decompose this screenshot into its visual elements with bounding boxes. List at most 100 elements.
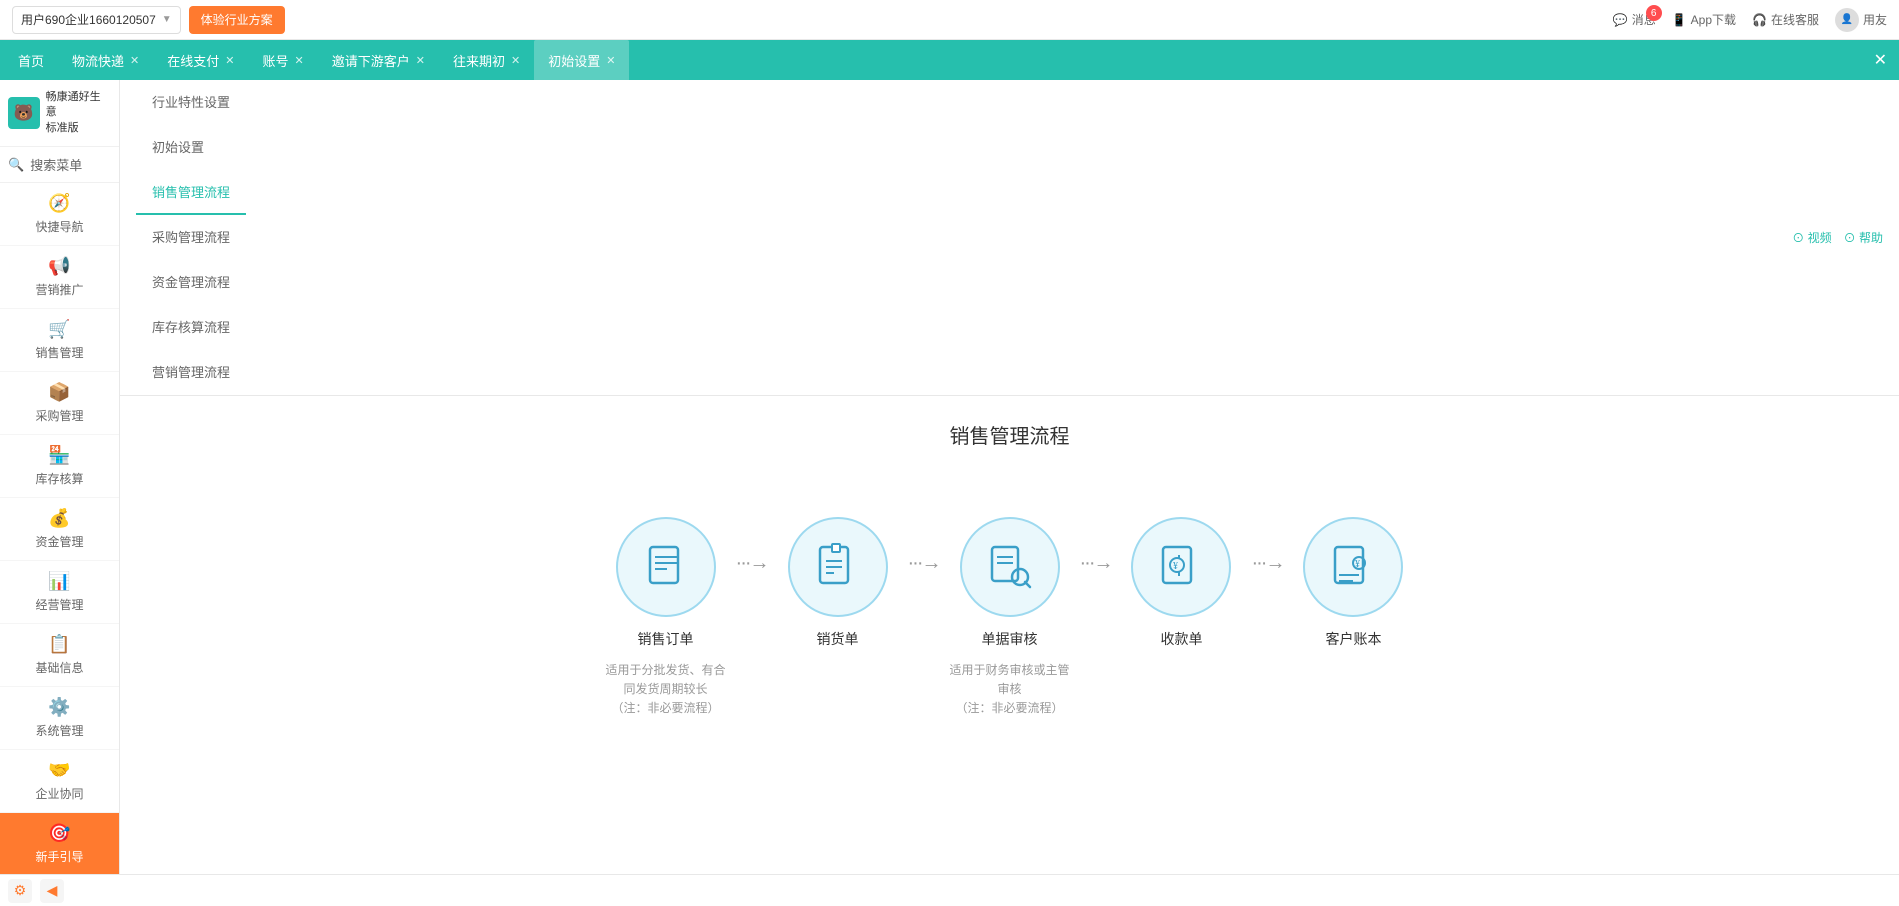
help-action[interactable]: ⊙ 帮助 bbox=[1844, 229, 1883, 246]
flow-arrow-2: ···→ bbox=[1080, 517, 1112, 575]
sub-tab-初始设置[interactable]: 初始设置 bbox=[136, 125, 246, 170]
sidebar-item-operations[interactable]: 📊经营管理 bbox=[0, 561, 119, 624]
sidebar-item-label: 营销推广 bbox=[35, 281, 83, 298]
sidebar-item-inventory[interactable]: 🏪 库存核算 bbox=[0, 435, 119, 498]
svg-text:¥: ¥ bbox=[1173, 561, 1178, 572]
sub-tab-库存核算流程[interactable]: 库存核算流程 bbox=[136, 305, 246, 350]
flow-item-sales-order[interactable]: 销售订单适用于分批发货、有合同发货周期较长（注：非必要流程） bbox=[596, 517, 736, 719]
operations-icon: 📊 bbox=[48, 571, 70, 592]
flow-item-customer-ledger[interactable]: ¥ 客户账本 bbox=[1283, 517, 1423, 649]
marketing-icon: 📢 bbox=[48, 256, 70, 277]
search-icon: 🔍 bbox=[8, 157, 24, 173]
basic-info-icon: 📋 bbox=[48, 634, 70, 655]
nav-tabs-container: 首页物流快递 ✕在线支付 ✕账号 ✕邀请下游客户 ✕往来期初 ✕初始设置 ✕ bbox=[4, 40, 629, 80]
flow-item-receipt[interactable]: ¥ 收款单 bbox=[1111, 517, 1251, 649]
nav-tab-在线支付[interactable]: 在线支付 ✕ bbox=[153, 40, 248, 80]
online-service-item[interactable]: 🎧 在线客服 bbox=[1752, 11, 1819, 28]
nav-tab-邀请下游客户[interactable]: 邀请下游客户 ✕ bbox=[318, 40, 439, 80]
flow-item-doc-review[interactable]: 单据审核适用于财务审核或主管审核（注：非必要流程） bbox=[940, 517, 1080, 719]
tab-close-icon[interactable]: ✕ bbox=[130, 54, 139, 67]
sidebar-items-container: 🧭 快捷导航 📢 营销推广 🛒销售管理📦采购管理 🏪 库存核算 💰 资金管理 📊经营管理📋基础信息… bbox=[0, 183, 119, 874]
message-icon-item[interactable]: 💬 消息 6 bbox=[1613, 11, 1656, 28]
content-area: 行业特性设置初始设置销售管理流程采购管理流程资金管理流程库存核算流程营销管理流程… bbox=[120, 80, 1899, 874]
sidebar-item-sales[interactable]: 🛒销售管理 bbox=[0, 309, 119, 372]
sub-tab-资金管理流程[interactable]: 资金管理流程 bbox=[136, 260, 246, 305]
tab-close-icon[interactable]: ✕ bbox=[606, 54, 615, 67]
sub-tab-销售管理流程[interactable]: 销售管理流程 bbox=[136, 170, 246, 215]
page-content: 销售管理流程 销售订单适用于分批发货、有合同发货周期较长（注：非必要流程） ···… bbox=[120, 396, 1899, 874]
headset-icon: 🎧 bbox=[1752, 13, 1767, 27]
purchase-icon: 📦 bbox=[48, 382, 70, 403]
sidebar-item-purchase[interactable]: 📦采购管理 bbox=[0, 372, 119, 435]
sub-tab-actions: ⊙ 视频 ⊙ 帮助 bbox=[1792, 229, 1883, 246]
system-icon: ⚙️ bbox=[48, 697, 70, 718]
sub-tabs-container: 行业特性设置初始设置销售管理流程采购管理流程资金管理流程库存核算流程营销管理流程 bbox=[136, 80, 246, 395]
tab-close-icon[interactable]: ✕ bbox=[416, 54, 425, 67]
sidebar-item-cooperation[interactable]: 🤝企业协同 bbox=[0, 750, 119, 813]
video-action[interactable]: ⊙ 视频 bbox=[1792, 229, 1831, 246]
quick-nav-icon: 🧭 bbox=[48, 193, 70, 214]
sidebar-item-label: 资金管理 bbox=[35, 533, 83, 550]
nav-tab-账号[interactable]: 账号 ✕ bbox=[248, 40, 317, 80]
flow-circle-receipt: ¥ bbox=[1131, 517, 1231, 617]
nav-tab-物流快递[interactable]: 物流快递 ✕ bbox=[58, 40, 153, 80]
tab-close-icon[interactable]: ✕ bbox=[511, 54, 520, 67]
chevron-down-icon: ▼ bbox=[162, 14, 172, 25]
sidebar-item-label: 企业协同 bbox=[35, 785, 83, 802]
search-menu-item[interactable]: 🔍 搜索菜单 bbox=[0, 147, 119, 183]
sub-tab-采购管理流程[interactable]: 采购管理流程 bbox=[136, 215, 246, 260]
sub-tab-行业特性设置[interactable]: 行业特性设置 bbox=[136, 80, 246, 125]
user-label: 用户690企业1660120507 bbox=[21, 11, 156, 28]
tab-close-icon[interactable]: ✕ bbox=[225, 54, 234, 67]
tab-close-icon[interactable]: ✕ bbox=[295, 54, 304, 67]
user-select[interactable]: 用户690企业1660120507 ▼ bbox=[12, 6, 181, 34]
sidebar-item-quick-nav[interactable]: 🧭 快捷导航 bbox=[0, 183, 119, 246]
sub-tabs: 行业特性设置初始设置销售管理流程采购管理流程资金管理流程库存核算流程营销管理流程… bbox=[120, 80, 1899, 396]
sidebar-item-finance[interactable]: 💰 资金管理 bbox=[0, 498, 119, 561]
svg-text:¥: ¥ bbox=[1355, 559, 1360, 570]
logo-icon: 🐻 bbox=[8, 97, 40, 129]
flow-circle-doc-review bbox=[960, 517, 1060, 617]
nav-tab-往来期初[interactable]: 往来期初 ✕ bbox=[439, 40, 534, 80]
flow-container: 销售订单适用于分批发货、有合同发货周期较长（注：非必要流程） ···→ 销货单 ··… bbox=[152, 497, 1867, 739]
flow-label-customer-ledger: 客户账本 bbox=[1325, 629, 1381, 649]
sidebar-item-label: 库存核算 bbox=[35, 470, 83, 487]
flow-circle-delivery-note bbox=[788, 517, 888, 617]
app-download-icon: 📱 bbox=[1672, 13, 1687, 27]
finance-icon: 💰 bbox=[48, 508, 70, 529]
top-bar: 用户690企业1660120507 ▼ 体验行业方案 💬 消息 6 📱 App下… bbox=[0, 0, 1899, 40]
message-icon: 💬 bbox=[1613, 13, 1628, 27]
nav-tabs: 首页物流快递 ✕在线支付 ✕账号 ✕邀请下游客户 ✕往来期初 ✕初始设置 ✕ ✕ bbox=[0, 40, 1899, 80]
user-info-item[interactable]: 👤 用友 bbox=[1835, 8, 1887, 32]
settings-button[interactable]: ⚙ bbox=[8, 879, 32, 903]
sidebar-item-basic-info[interactable]: 📋基础信息 bbox=[0, 624, 119, 687]
logo-line1: 畅康通好生意 bbox=[46, 90, 111, 121]
inventory-icon: 🏪 bbox=[48, 445, 70, 466]
sidebar-item-guide[interactable]: 🎯新手引导 bbox=[0, 813, 119, 874]
flow-circle-customer-ledger: ¥ bbox=[1303, 517, 1403, 617]
flow-item-delivery-note[interactable]: 销货单 bbox=[768, 517, 908, 649]
online-service-label: 在线客服 bbox=[1771, 11, 1819, 28]
collapse-button[interactable]: ◀ bbox=[40, 879, 64, 903]
flow-label-doc-review: 单据审核 bbox=[982, 629, 1038, 649]
page-title: 销售管理流程 bbox=[152, 420, 1867, 449]
sidebar: 🐻 畅康通好生意 标准版 🔍 搜索菜单 🧭快捷导航📢营销推广🛒销售管理📦采购管理… bbox=[0, 80, 120, 874]
sidebar-item-marketing[interactable]: 📢 营销推广 bbox=[0, 246, 119, 309]
nav-tab-初始设置[interactable]: 初始设置 ✕ bbox=[534, 40, 629, 80]
flow-label-sales-order: 销售订单 bbox=[638, 629, 694, 649]
top-bar-right: 💬 消息 6 📱 App下载 🎧 在线客服 👤 用友 bbox=[1613, 8, 1887, 32]
experience-button[interactable]: 体验行业方案 bbox=[189, 6, 285, 34]
sub-tab-营销管理流程[interactable]: 营销管理流程 bbox=[136, 350, 246, 395]
sidebar-item-label: 快捷导航 bbox=[35, 218, 83, 235]
flow-desc-doc-review: 适用于财务审核或主管审核（注：非必要流程） bbox=[945, 661, 1075, 719]
sidebar-item-label: 新手引导 bbox=[35, 848, 83, 865]
top-bar-left: 用户690企业1660120507 ▼ 体验行业方案 bbox=[12, 6, 285, 34]
close-all-tabs-button[interactable]: ✕ bbox=[1870, 46, 1891, 74]
app-download-item[interactable]: 📱 App下载 bbox=[1672, 11, 1736, 28]
bottom-bar: ⚙ ◀ bbox=[0, 874, 1899, 906]
nav-tab-首页[interactable]: 首页 bbox=[4, 40, 58, 80]
flow-label-delivery-note: 销货单 bbox=[817, 629, 859, 649]
flow-label-receipt: 收款单 bbox=[1160, 629, 1202, 649]
sidebar-item-system[interactable]: ⚙️系统管理 bbox=[0, 687, 119, 750]
flow-arrow-3: ···→ bbox=[1251, 517, 1283, 575]
